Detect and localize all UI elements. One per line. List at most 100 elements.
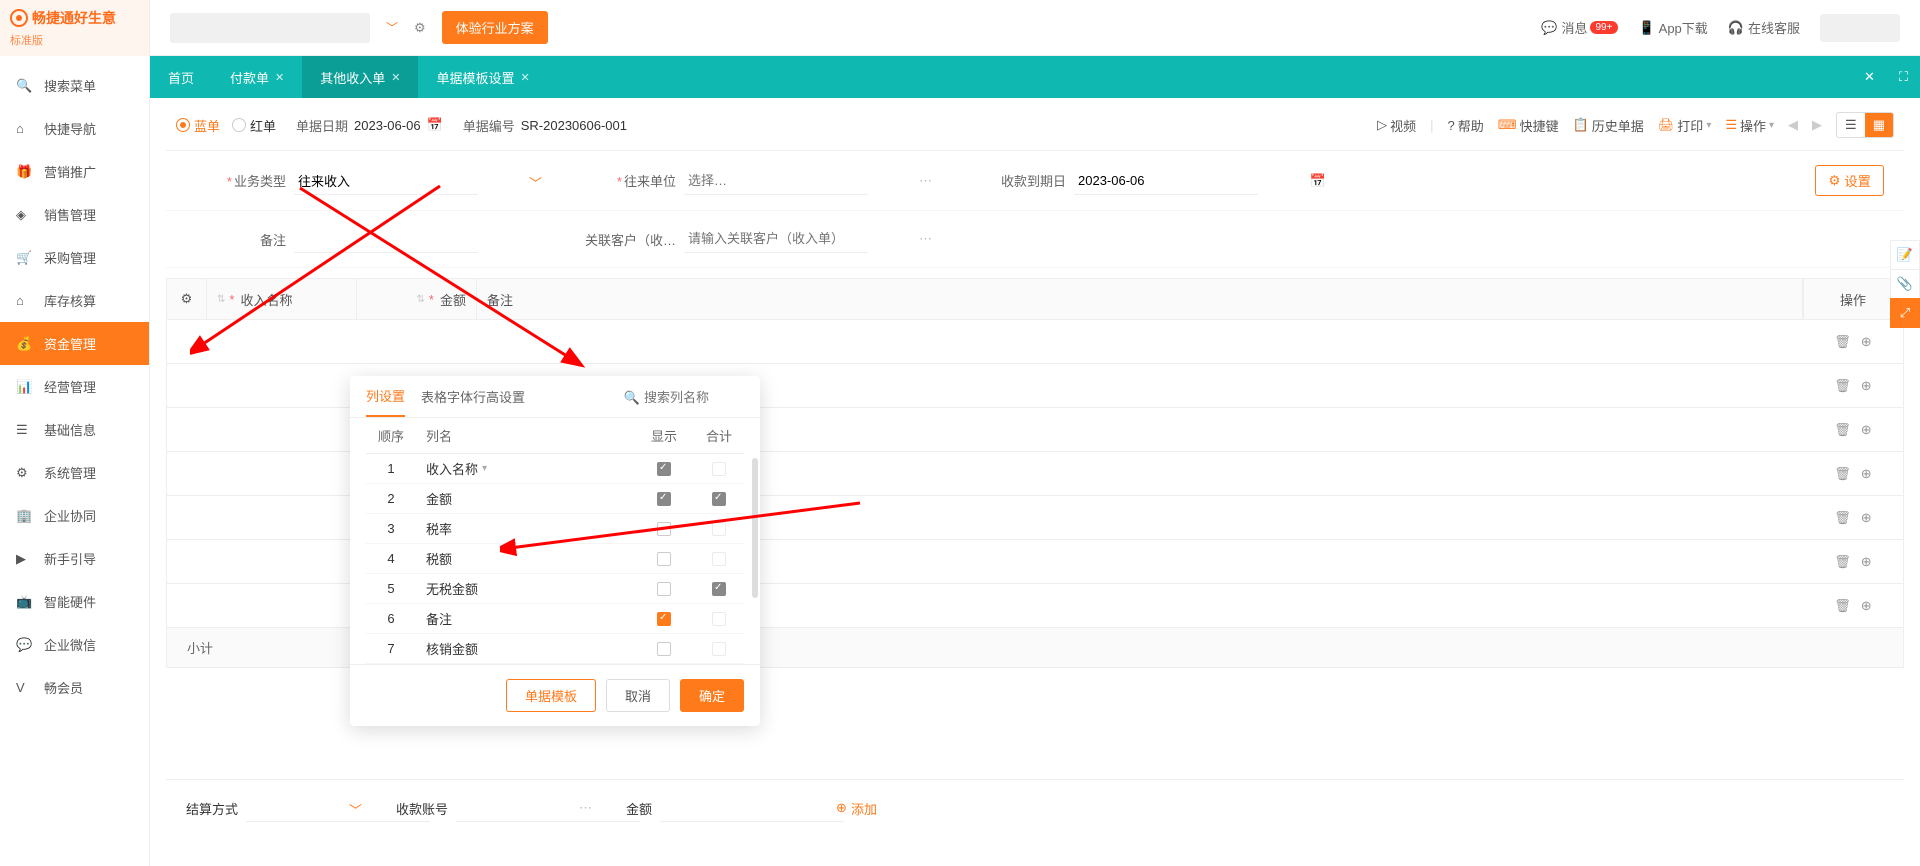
sidebar-item-vip[interactable]: V畅会员: [0, 666, 149, 709]
sum-checkbox[interactable]: [712, 522, 726, 536]
sidebar-item-info[interactable]: ☰基础信息: [0, 408, 149, 451]
partner-input[interactable]: [684, 167, 868, 195]
biz-type-input[interactable]: [294, 167, 478, 195]
show-checkbox[interactable]: [657, 642, 671, 656]
confirm-button[interactable]: 确定: [680, 679, 744, 712]
help-button[interactable]: ?帮助: [1448, 116, 1484, 135]
delete-row-icon[interactable]: 🗑: [1834, 334, 1851, 350]
copy-row-icon[interactable]: ⊕: [1861, 334, 1872, 350]
more-icon[interactable]: ⋯: [919, 173, 932, 189]
col-amount[interactable]: ⇅*金额: [357, 279, 477, 319]
sidebar-item-fund[interactable]: 💰资金管理: [0, 322, 149, 365]
col-income-name[interactable]: ⇅*收入名称: [207, 279, 357, 319]
card-view-icon[interactable]: ▦: [1865, 113, 1893, 137]
footer-amount-input[interactable]: [660, 794, 844, 822]
column-settings-gear-icon[interactable]: ⚙: [167, 279, 207, 319]
delete-row-icon[interactable]: 🗑: [1834, 598, 1851, 614]
due-date-input[interactable]: [1074, 167, 1258, 195]
delete-row-icon[interactable]: 🗑: [1834, 422, 1851, 438]
avatar[interactable]: [1820, 14, 1900, 42]
doc-date-value[interactable]: 2023-06-06: [354, 118, 421, 133]
more-icon[interactable]: ⋯: [579, 800, 592, 816]
list-view-icon[interactable]: ☰: [1837, 113, 1865, 137]
delete-row-icon[interactable]: 🗑: [1834, 378, 1851, 394]
sum-checkbox[interactable]: [712, 462, 726, 476]
experience-button[interactable]: 体验行业方案: [442, 11, 548, 44]
print-button[interactable]: 🖨打印▾: [1658, 116, 1712, 135]
copy-row-icon[interactable]: ⊕: [1861, 554, 1872, 570]
sidebar-item-cart[interactable]: 🛒采购管理: [0, 236, 149, 279]
popup-tab-font[interactable]: 表格字体行高设置: [421, 387, 525, 416]
calendar-icon[interactable]: 📅: [1310, 173, 1326, 189]
remark-input[interactable]: [294, 225, 478, 253]
org-selector[interactable]: [170, 13, 370, 43]
sidebar-item-guide[interactable]: ▶新手引导: [0, 537, 149, 580]
tab[interactable]: 首页: [150, 56, 212, 98]
more-icon[interactable]: ⋯: [919, 231, 932, 247]
sidebar-item-stock[interactable]: ⌂库存核算: [0, 279, 149, 322]
sidebar-item-wechat[interactable]: 💬企业微信: [0, 623, 149, 666]
settings-icon[interactable]: ⚙: [414, 20, 426, 36]
app-download-link[interactable]: 📱 App下载: [1638, 18, 1707, 37]
sum-checkbox[interactable]: [712, 642, 726, 656]
online-service-link[interactable]: 🎧 在线客服: [1728, 18, 1800, 37]
tab-close-icon[interactable]: ✕: [521, 71, 530, 84]
cancel-button[interactable]: 取消: [606, 679, 670, 712]
shortcut-button[interactable]: ⌨快捷键: [1498, 116, 1559, 135]
sum-checkbox[interactable]: [712, 492, 726, 506]
prev-doc-icon[interactable]: ◀: [1788, 117, 1798, 133]
sidebar-item-home[interactable]: ⌂快捷导航: [0, 107, 149, 150]
delete-row-icon[interactable]: 🗑: [1834, 554, 1851, 570]
doc-template-button[interactable]: 单据模板: [506, 679, 596, 712]
copy-row-icon[interactable]: ⊕: [1861, 466, 1872, 482]
show-checkbox[interactable]: [657, 492, 671, 506]
popup-scrollbar[interactable]: [752, 458, 758, 598]
account-input[interactable]: [456, 794, 640, 822]
show-checkbox[interactable]: [657, 522, 671, 536]
popup-search-input[interactable]: [644, 390, 744, 405]
show-checkbox[interactable]: [657, 462, 671, 476]
tab[interactable]: 单据模板设置✕: [418, 56, 547, 98]
side-tool-attachment-icon[interactable]: 📎: [1890, 269, 1920, 299]
config-button[interactable]: ⚙ 设置: [1815, 165, 1884, 196]
chevron-down-icon[interactable]: ▾: [482, 463, 487, 474]
sidebar-item-search[interactable]: 🔍搜索菜单: [0, 64, 149, 107]
show-checkbox[interactable]: [657, 582, 671, 596]
sidebar-item-hw[interactable]: 📺智能硬件: [0, 580, 149, 623]
show-checkbox[interactable]: [657, 612, 671, 626]
side-tool-note-icon[interactable]: 📝: [1890, 240, 1920, 270]
sum-checkbox[interactable]: [712, 582, 726, 596]
table-row[interactable]: 🗑⊕: [166, 320, 1904, 364]
col-remark[interactable]: 备注: [477, 279, 1803, 319]
fullscreen-icon[interactable]: ⛶: [1887, 69, 1920, 85]
history-button[interactable]: 📋历史单据: [1573, 116, 1644, 135]
copy-row-icon[interactable]: ⊕: [1861, 378, 1872, 394]
org-dropdown-icon[interactable]: ﹀: [386, 19, 398, 36]
chevron-down-icon[interactable]: ﹀: [529, 173, 542, 192]
chevron-down-icon[interactable]: ﹀: [349, 800, 362, 819]
tab[interactable]: 付款单✕: [212, 56, 302, 98]
delete-row-icon[interactable]: 🗑: [1834, 466, 1851, 482]
popup-tab-columns[interactable]: 列设置: [366, 386, 405, 417]
close-all-tabs-icon[interactable]: ✕: [1852, 69, 1887, 85]
sum-checkbox[interactable]: [712, 612, 726, 626]
red-doc-radio[interactable]: 红单: [232, 116, 276, 135]
sidebar-item-manage[interactable]: 📊经营管理: [0, 365, 149, 408]
blue-doc-radio[interactable]: 蓝单: [176, 116, 220, 135]
copy-row-icon[interactable]: ⊕: [1861, 422, 1872, 438]
tab[interactable]: 其他收入单✕: [302, 56, 418, 98]
sidebar-item-gift[interactable]: 🎁营销推广: [0, 150, 149, 193]
tab-close-icon[interactable]: ✕: [391, 71, 400, 84]
sidebar-item-sys[interactable]: ⚙系统管理: [0, 451, 149, 494]
tab-close-icon[interactable]: ✕: [275, 71, 284, 84]
sidebar-item-coop[interactable]: 🏢企业协同: [0, 494, 149, 537]
sum-checkbox[interactable]: [712, 552, 726, 566]
side-tool-expand-icon[interactable]: ⤢: [1890, 298, 1920, 328]
copy-row-icon[interactable]: ⊕: [1861, 510, 1872, 526]
messages-link[interactable]: 💬 消息 99+: [1541, 18, 1618, 37]
copy-row-icon[interactable]: ⊕: [1861, 598, 1872, 614]
settle-input[interactable]: [246, 794, 430, 822]
rel-customer-input[interactable]: [684, 225, 868, 253]
next-doc-icon[interactable]: ▶: [1812, 117, 1822, 133]
calendar-icon[interactable]: 📅: [427, 117, 443, 133]
